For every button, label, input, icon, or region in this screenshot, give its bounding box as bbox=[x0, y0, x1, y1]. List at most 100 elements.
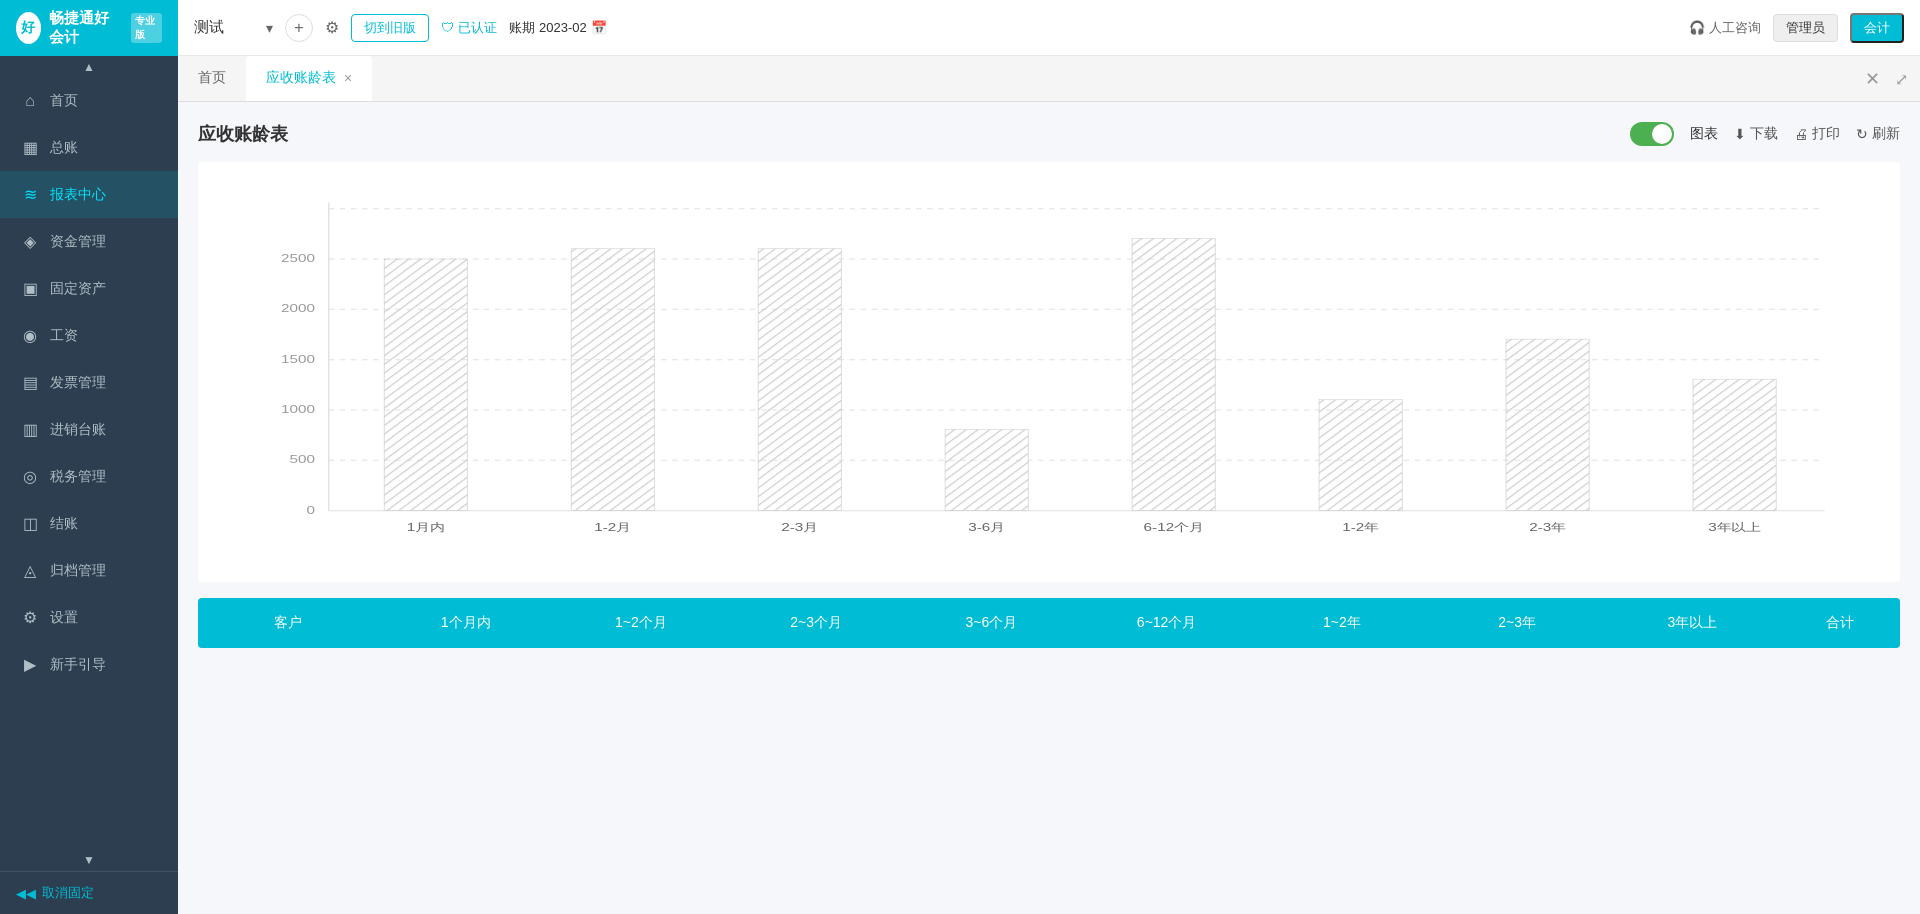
tab-aging[interactable]: 应收账龄表 × bbox=[246, 56, 372, 101]
refresh-button[interactable]: ↻ 刷新 bbox=[1856, 125, 1900, 143]
download-button[interactable]: ⬇ 下载 bbox=[1734, 125, 1778, 143]
bar-3-6月 bbox=[945, 430, 1028, 511]
sidebar-item-close[interactable]: ◫ 结账 bbox=[0, 500, 178, 547]
svg-text:1-2月: 1-2月 bbox=[594, 521, 631, 534]
bar-1-2月 bbox=[571, 249, 654, 511]
download-label: 下载 bbox=[1750, 125, 1778, 143]
print-button[interactable]: 🖨 打印 bbox=[1794, 125, 1840, 143]
col-3year-plus: 3年以上 bbox=[1605, 598, 1780, 648]
bar-1-2年 bbox=[1319, 400, 1402, 511]
chart-toggle[interactable] bbox=[1630, 122, 1674, 146]
chart-container: 0 500 1000 1500 2000 2500 1月内 bbox=[198, 162, 1900, 582]
tabbar: 首页 应收账龄表 × ✕ ⤢ bbox=[178, 56, 1920, 102]
pro-badge: 专业版 bbox=[131, 13, 162, 43]
tabbar-expand-button[interactable]: ⤢ bbox=[1895, 69, 1908, 88]
sidebar-item-label: 工资 bbox=[50, 327, 78, 345]
col-1-2month: 1~2个月 bbox=[553, 598, 728, 648]
ledger-icon: ▦ bbox=[20, 138, 40, 157]
svg-text:0: 0 bbox=[306, 504, 314, 517]
certified-label: 已认证 bbox=[458, 19, 497, 37]
sidebar-item-invoice[interactable]: ▤ 发票管理 bbox=[0, 359, 178, 406]
sidebar-item-sales[interactable]: ▥ 进销台账 bbox=[0, 406, 178, 453]
chart-wrapper: 0 500 1000 1500 2000 2500 1月内 bbox=[218, 182, 1880, 562]
svg-text:1月内: 1月内 bbox=[407, 521, 445, 534]
print-label: 打印 bbox=[1812, 125, 1840, 143]
home-icon: ⌂ bbox=[20, 92, 40, 110]
svg-text:1-2年: 1-2年 bbox=[1342, 521, 1379, 534]
sidebar-nav: ⌂ 首页 ▦ 总账 ≋ 报表中心 ◈ 资金管理 ▣ 固定资产 ◉ 工资 ▤ 发票… bbox=[0, 78, 178, 849]
consult-button[interactable]: 🎧 人工咨询 bbox=[1689, 19, 1761, 37]
shield-icon: 🛡 bbox=[441, 20, 454, 35]
report-icon: ≋ bbox=[20, 185, 40, 204]
print-icon: 🖨 bbox=[1794, 126, 1808, 142]
table-header: 客户 1个月内 1~2个月 2~3个月 3~6个月 6~12个月 1~2年 2~… bbox=[198, 598, 1900, 648]
sidebar-item-ledger[interactable]: ▦ 总账 bbox=[0, 124, 178, 171]
tabbar-close-button[interactable]: ✕ bbox=[1865, 68, 1880, 90]
col-6-12month: 6~12个月 bbox=[1079, 598, 1254, 648]
sidebar-item-home[interactable]: ⌂ 首页 bbox=[0, 78, 178, 124]
tab-home[interactable]: 首页 bbox=[178, 56, 246, 101]
calendar-icon[interactable]: 📅 bbox=[591, 20, 607, 35]
sidebar-item-wage[interactable]: ◉ 工资 bbox=[0, 312, 178, 359]
fund-icon: ◈ bbox=[20, 232, 40, 251]
sidebar-item-label: 固定资产 bbox=[50, 280, 106, 298]
cancel-pin-label: 取消固定 bbox=[42, 884, 94, 902]
manager-button[interactable]: 管理员 bbox=[1773, 14, 1838, 42]
close-accounts-icon: ◫ bbox=[20, 514, 40, 533]
download-icon: ⬇ bbox=[1734, 126, 1746, 142]
sidebar-item-settings[interactable]: ⚙ 设置 bbox=[0, 594, 178, 641]
certified-badge: 🛡 已认证 bbox=[441, 19, 497, 37]
sidebar-item-label: 结账 bbox=[50, 515, 78, 533]
topbar-dropdown-icon[interactable]: ▾ bbox=[266, 20, 273, 36]
bar-3年以上 bbox=[1693, 379, 1776, 510]
wage-icon: ◉ bbox=[20, 326, 40, 345]
chart-toggle-label: 图表 bbox=[1690, 125, 1718, 143]
svg-text:1500: 1500 bbox=[281, 353, 315, 366]
col-2-3year: 2~3年 bbox=[1430, 598, 1605, 648]
pin-icon: ◀◀ bbox=[16, 886, 36, 901]
sidebar-scroll-down[interactable]: ▼ bbox=[0, 849, 178, 871]
topbar-add-button[interactable]: + bbox=[285, 14, 313, 42]
sidebar-item-label: 进销台账 bbox=[50, 421, 106, 439]
col-3-6month: 3~6个月 bbox=[904, 598, 1079, 648]
refresh-label: 刷新 bbox=[1872, 125, 1900, 143]
svg-text:2-3月: 2-3月 bbox=[781, 521, 818, 534]
table-container: 客户 1个月内 1~2个月 2~3个月 3~6个月 6~12个月 1~2年 2~… bbox=[198, 598, 1900, 648]
tab-aging-label: 应收账龄表 bbox=[266, 69, 336, 87]
sidebar: 好 畅捷通好会计 专业版 ▲ ⌂ 首页 ▦ 总账 ≋ 报表中心 ◈ 资金管理 ▣… bbox=[0, 0, 178, 914]
bar-1月内 bbox=[384, 259, 467, 511]
refresh-icon: ↻ bbox=[1856, 126, 1868, 142]
svg-text:6-12个月: 6-12个月 bbox=[1144, 521, 1204, 534]
sidebar-item-report[interactable]: ≋ 报表中心 bbox=[0, 171, 178, 218]
sales-icon: ▥ bbox=[20, 420, 40, 439]
sidebar-item-fund[interactable]: ◈ 资金管理 bbox=[0, 218, 178, 265]
svg-text:3-6月: 3-6月 bbox=[968, 521, 1005, 534]
period-display: 账期 2023-02 📅 bbox=[509, 19, 607, 37]
sidebar-item-archive[interactable]: ◬ 归档管理 bbox=[0, 547, 178, 594]
cancel-pin-button[interactable]: ◀◀ 取消固定 bbox=[0, 871, 178, 914]
switch-old-version-button[interactable]: 切到旧版 bbox=[351, 14, 429, 42]
sidebar-item-newbie[interactable]: ▶ 新手引导 bbox=[0, 641, 178, 688]
headset-icon: 🎧 bbox=[1689, 20, 1705, 35]
sidebar-item-tax[interactable]: ◎ 税务管理 bbox=[0, 453, 178, 500]
sidebar-item-asset[interactable]: ▣ 固定资产 bbox=[0, 265, 178, 312]
sidebar-item-label: 新手引导 bbox=[50, 656, 106, 674]
col-1-2year: 1~2年 bbox=[1254, 598, 1429, 648]
newbie-icon: ▶ bbox=[20, 655, 40, 674]
topbar: 测试 ▾ + ⚙ 切到旧版 🛡 已认证 账期 2023-02 📅 🎧 人工咨询 … bbox=[178, 0, 1920, 56]
role-button[interactable]: 会计 bbox=[1850, 13, 1904, 43]
svg-text:1000: 1000 bbox=[281, 403, 315, 416]
svg-text:500: 500 bbox=[290, 453, 315, 466]
topbar-settings-icon[interactable]: ⚙ bbox=[325, 18, 339, 37]
svg-text:2500: 2500 bbox=[281, 252, 315, 265]
topbar-title: 测试 bbox=[194, 18, 254, 37]
sidebar-scroll-up[interactable]: ▲ bbox=[0, 56, 178, 78]
asset-icon: ▣ bbox=[20, 279, 40, 298]
tax-icon: ◎ bbox=[20, 467, 40, 486]
bar-chart: 0 500 1000 1500 2000 2500 1月内 bbox=[218, 182, 1880, 562]
tab-close-icon[interactable]: × bbox=[344, 70, 352, 86]
bar-2-3年 bbox=[1506, 339, 1589, 511]
page-actions: 图表 ⬇ 下载 🖨 打印 ↻ 刷新 bbox=[1630, 122, 1900, 146]
sidebar-item-label: 设置 bbox=[50, 609, 78, 627]
sidebar-logo: 好 畅捷通好会计 专业版 bbox=[0, 0, 178, 56]
